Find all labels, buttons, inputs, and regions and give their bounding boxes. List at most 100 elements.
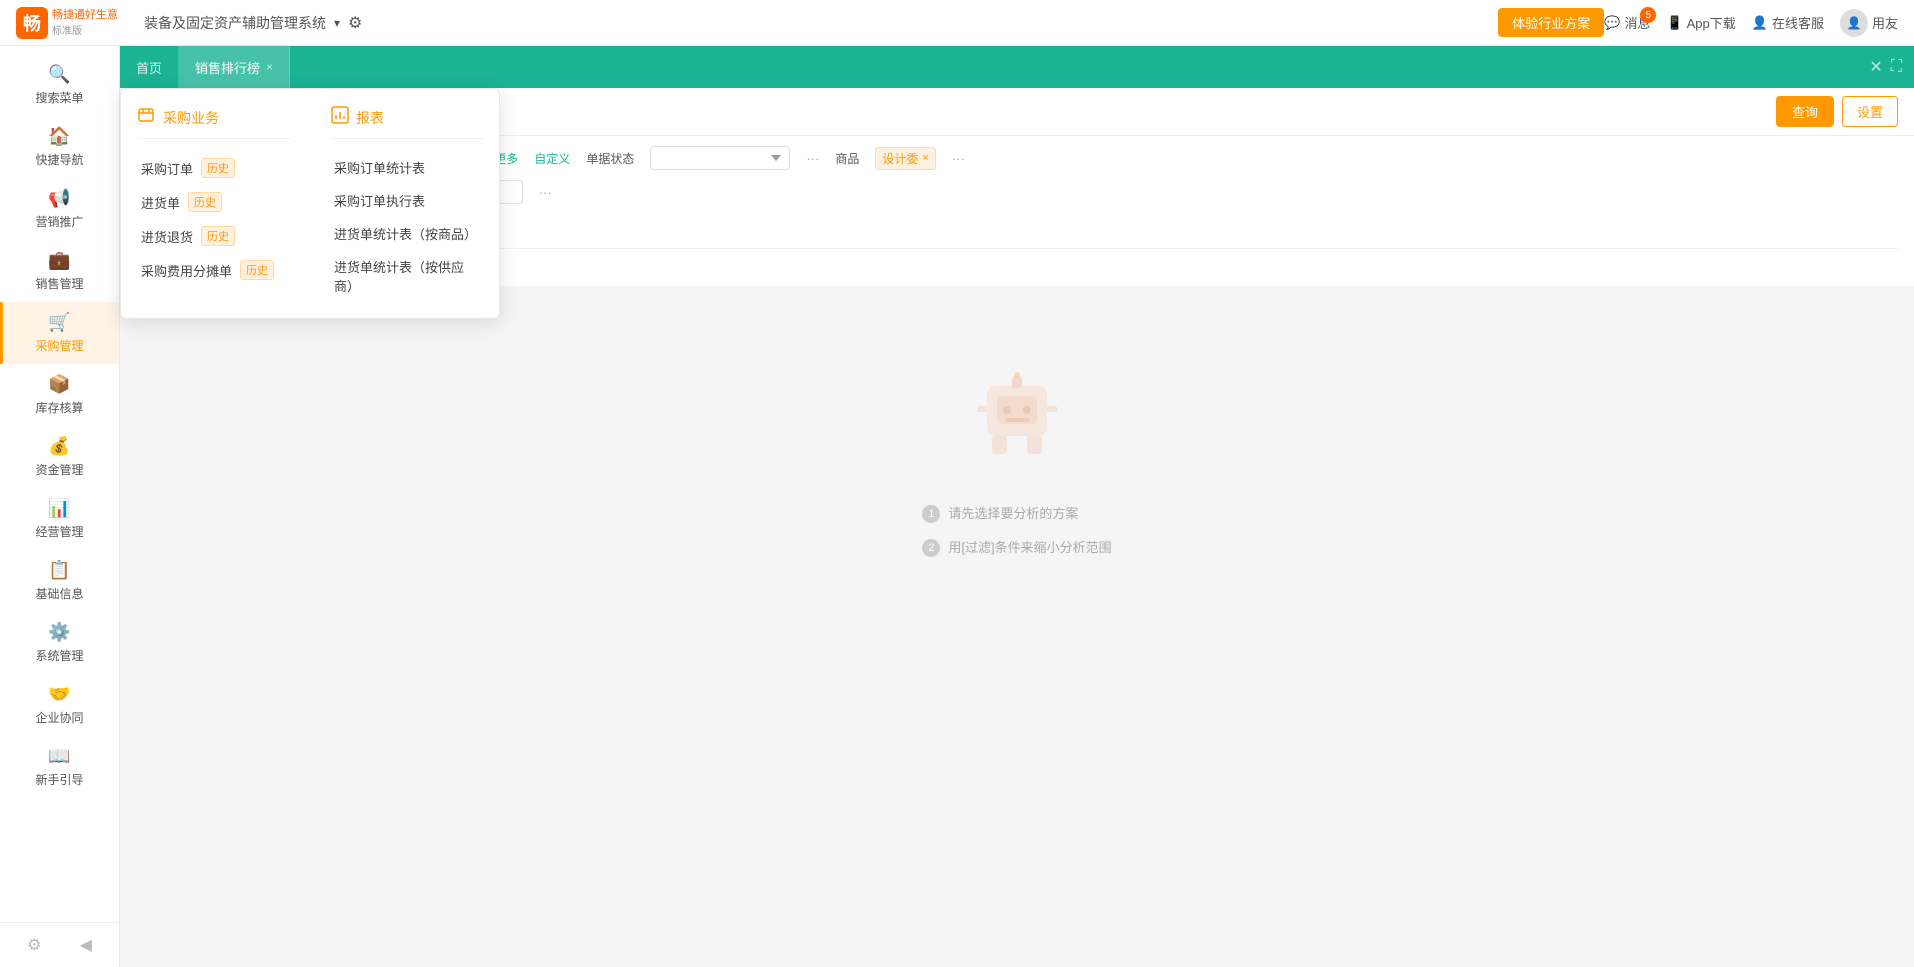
sidebar-bottom: ⚙ ◀ [0,922,119,967]
briefcase-icon: 💼 [48,250,70,271]
megaphone-icon: 📢 [48,188,70,209]
sidebar-item-search[interactable]: 🔍 搜索菜单 [0,54,119,116]
sidebar-label-finance: 资金管理 [35,461,83,478]
sidebar-item-inventory[interactable]: 📦 库存核算 [0,364,119,426]
history-badge-fee: 历史 [240,260,274,280]
dropdown-item-receipt[interactable]: 进货单 历史 [137,185,290,219]
tab-home-label: 首页 [136,58,162,77]
online-service-btn[interactable]: 👤 在线客服 [1752,13,1824,32]
dropdown-section-purchase: 采购业务 采购订单 历史 进货单 历史 进货退货 历史 采购费用分摊单 历史 [137,105,290,302]
goods-label: 商品 [835,150,859,167]
logo-area: 畅 畅捷通好生意 标准版 [16,7,136,39]
sidebar-label-purchase: 采购管理 [35,337,83,354]
home-icon: 🏠 [48,126,70,147]
dropdown-item-fee[interactable]: 采购费用分摊单 历史 [137,253,290,287]
dropdown-section-label-purchase: 采购业务 [163,108,219,128]
dropdown-item-receipt-stat-goods[interactable]: 进货单统计表（按商品） [330,217,483,250]
doc-status-select[interactable] [650,146,790,170]
dropdown-item-fee-label: 采购费用分摊单 [141,261,232,280]
sidebar-collapse-icon[interactable]: ◀ [80,935,92,955]
sidebar-item-finance[interactable]: 💰 资金管理 [0,426,119,488]
sidebar-item-marketing[interactable]: 📢 营销推广 [0,178,119,240]
tab-sales-ranking[interactable]: 销售排行榜 × [179,46,290,88]
sidebar-label-system: 系统管理 [35,647,83,664]
empty-text: 1 请先选择要分析的方案 2 用[过滤]条件来缩小分析范围 [922,501,1111,561]
avatar: 👤 [1840,9,1868,37]
header-settings-icon[interactable]: ⚙ [348,13,362,33]
app-download-btn[interactable]: 📱 App下载 [1666,13,1735,32]
cart-icon: 🛒 [48,312,70,333]
user-area[interactable]: 👤 用友 [1840,9,1898,37]
logo-text: 畅捷通好生意 [52,8,118,22]
step-num-1: 1 [922,505,940,523]
dropdown-item-po-stat[interactable]: 采购订单统计表 [330,151,483,184]
settings-btn[interactable]: 设置 [1842,96,1898,127]
sidebar-item-enterprise[interactable]: 🤝 企业协同 [0,674,119,736]
dropdown-item-receipt-stat-goods-label: 进货单统计表（按商品） [334,224,477,243]
empty-svg [957,366,1077,466]
avatar-icon: 👤 [1847,16,1862,30]
query-btn[interactable]: 查询 [1776,96,1834,127]
history-badge-receipt: 历史 [188,192,222,212]
sidebar-item-basic-info[interactable]: 📋 基础信息 [0,550,119,612]
toolbar-right: 查询 设置 [1776,96,1898,127]
dropdown-item-po-label: 采购订单 [141,159,193,178]
sidebar-label-search: 搜索菜单 [35,89,83,106]
app-download-label: App下载 [1687,13,1736,32]
message-icon: 💬 [1604,15,1620,31]
sidebar-item-sales[interactable]: 💼 销售管理 [0,240,119,302]
active-indicator [0,302,3,364]
gear-icon: ⚙️ [48,622,70,643]
money-icon: 💰 [48,436,70,457]
sidebar-item-shortcut[interactable]: 🏠 快捷导航 [0,116,119,178]
sidebar-settings-icon[interactable]: ⚙ [27,935,41,955]
dropdown-item-po-exec-label: 采购订单执行表 [334,191,425,210]
empty-illustration [957,366,1077,485]
service-icon: 👤 [1752,15,1768,31]
phone-icon: 📱 [1666,15,1682,31]
sidebar-item-operations[interactable]: 📊 经营管理 [0,488,119,550]
step-num-2: 2 [922,539,940,557]
sidebar-item-guide[interactable]: 📖 新手引导 [0,736,119,798]
tab-home[interactable]: 首页 [120,46,179,88]
dropdown-item-receipt-stat-supplier[interactable]: 进货单统计表（按供应商） [330,250,483,302]
dropdown-item-receipt-stat-supplier-label: 进货单统计表（按供应商） [334,257,479,295]
tab-close-btn[interactable]: × [266,60,273,74]
goods-tag-close[interactable]: × [922,152,928,164]
online-service-label: 在线客服 [1772,13,1824,32]
dropdown-item-po[interactable]: 采购订单 历史 [137,151,290,185]
sidebar-label-inventory: 库存核算 [35,399,83,416]
sidebar-label-marketing: 营销推广 [35,213,83,230]
empty-hint-2-text: 用[过滤]条件来缩小分析范围 [948,535,1111,561]
industry-solution-btn[interactable]: 体验行业方案 [1498,8,1604,37]
doc-status-ellipsis: ··· [806,151,819,166]
sidebar-label-basic-info: 基础信息 [35,585,83,602]
sys-dropdown-icon[interactable]: ▾ [334,16,340,30]
sidebar-item-system[interactable]: ⚙️ 系统管理 [0,612,119,674]
logo-icon: 畅 [16,7,48,39]
dropdown-item-return[interactable]: 进货退货 历史 [137,219,290,253]
clipboard-icon: 📋 [48,560,70,581]
sys-name-text: 装备及固定资产辅助管理系统 [144,13,326,33]
dropdown-section-title-purchase: 采购业务 [137,105,290,139]
sidebar: 🔍 搜索菜单 🏠 快捷导航 📢 营销推广 💼 销售管理 🛒 采购管理 � [0,46,120,967]
sidebar-label-guide: 新手引导 [35,771,83,788]
sys-name-area: 装备及固定资产辅助管理系统 ▾ ⚙ [136,13,1498,33]
book-icon: 📖 [48,746,70,767]
tab-fullscreen-icon[interactable]: ⛶ [1891,58,1902,76]
purchase-dropdown-menu: 采购业务 采购订单 历史 进货单 历史 进货退货 历史 采购费用分摊单 历史 [120,88,500,319]
tab-close-all-icon[interactable]: ✕ [1869,57,1882,77]
tab-right-actions: ✕ ⛶ [1869,57,1914,77]
top-header: 畅 畅捷通好生意 标准版 装备及固定资产辅助管理系统 ▾ ⚙ 体验行业方案 💬 … [0,0,1914,46]
sidebar-item-purchase[interactable]: 🛒 采购管理 [0,302,119,364]
handshake-icon: 🤝 [48,684,70,705]
dropdown-item-receipt-label: 进货单 [141,193,180,212]
sidebar-label-shortcut: 快捷导航 [35,151,83,168]
dropdown-section-label-reports: 报表 [356,108,384,128]
doc-status-label: 单据状态 [586,150,634,167]
dropdown-item-po-stat-label: 采购订单统计表 [334,158,425,177]
shortcut-custom[interactable]: 自定义 [534,150,570,167]
user-name: 用友 [1872,13,1898,32]
dropdown-item-po-exec[interactable]: 采购订单执行表 [330,184,483,217]
message-btn[interactable]: 💬 消息 5 [1604,13,1650,32]
